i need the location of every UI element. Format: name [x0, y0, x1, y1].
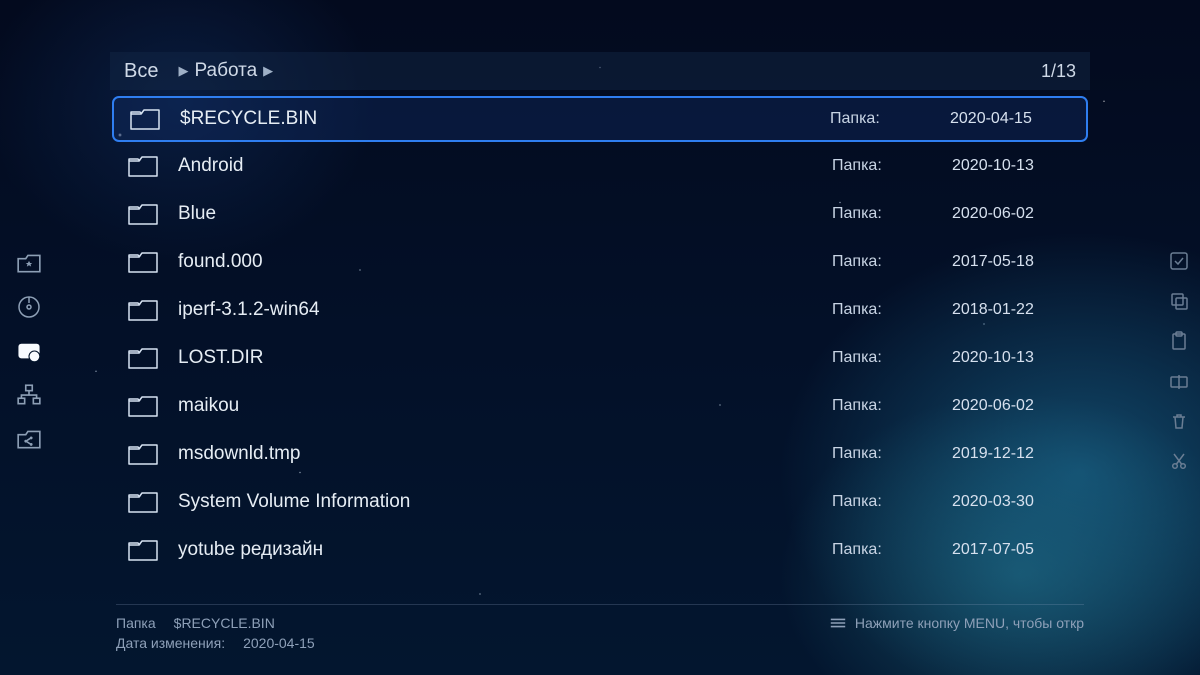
file-type: Папка:	[832, 493, 952, 511]
chevron-right-icon: ▶	[178, 63, 188, 79]
file-name: maikou	[178, 395, 832, 417]
folder-icon	[126, 345, 160, 371]
lan-icon[interactable]	[14, 382, 44, 408]
file-row[interactable]: LOST.DIRПапка:2020-10-13	[112, 334, 1088, 382]
file-type: Папка:	[832, 445, 952, 463]
file-name: Blue	[178, 203, 832, 225]
folder-icon	[128, 106, 162, 132]
file-row[interactable]: $RECYCLE.BINПапка:2020-04-15	[112, 96, 1088, 142]
copy-icon[interactable]	[1168, 290, 1190, 312]
delete-icon[interactable]	[1168, 410, 1190, 432]
menu-hint-text: Нажмите кнопку MENU, чтобы откр	[855, 615, 1084, 631]
file-date: 2020-04-15	[950, 110, 1070, 128]
paste-icon[interactable]	[1168, 330, 1190, 352]
file-name: LOST.DIR	[178, 347, 832, 369]
file-type: Папка:	[832, 349, 952, 367]
file-date: 2020-10-13	[952, 157, 1072, 175]
file-name: Android	[178, 155, 832, 177]
folder-icon	[126, 489, 160, 515]
favorites-icon[interactable]	[14, 250, 44, 276]
folder-icon	[126, 393, 160, 419]
chevron-right-icon: ▶	[263, 63, 273, 79]
folder-icon	[126, 441, 160, 467]
file-row[interactable]: iperf-3.1.2-win64Папка:2018-01-22	[112, 286, 1088, 334]
usb-icon[interactable]: 2	[14, 338, 44, 364]
footer-modified-value: 2020-04-15	[243, 635, 315, 651]
folder-icon	[126, 249, 160, 275]
disk-icon[interactable]	[14, 294, 44, 320]
file-name: msdownld.tmp	[178, 443, 832, 465]
menu-hint: Нажмите кнопку MENU, чтобы откр	[829, 615, 1084, 631]
rename-icon[interactable]	[1168, 370, 1190, 392]
folder-icon	[126, 201, 160, 227]
file-type: Папка:	[832, 541, 952, 559]
folder-icon	[126, 537, 160, 563]
file-type: Папка:	[832, 301, 952, 319]
file-name: System Volume Information	[178, 491, 832, 513]
sidebar-right	[1168, 250, 1190, 472]
file-date: 2018-01-22	[952, 301, 1072, 319]
file-row[interactable]: yotube редизайнПапка:2017-07-05	[112, 526, 1088, 574]
footer-modified-label: Дата изменения:	[116, 635, 225, 651]
cut-icon[interactable]	[1168, 450, 1190, 472]
file-type: Папка:	[832, 253, 952, 271]
file-row[interactable]: found.000Папка:2017-05-18	[112, 238, 1088, 286]
file-date: 2020-10-13	[952, 349, 1072, 367]
file-row[interactable]: maikouПапка:2020-06-02	[112, 382, 1088, 430]
folder-icon	[126, 297, 160, 323]
file-type: Папка:	[830, 110, 950, 128]
sidebar-left: 2	[14, 250, 44, 452]
file-row[interactable]: System Volume InformationПапка:2020-03-3…	[112, 478, 1088, 526]
page-counter: 1/13	[1041, 61, 1076, 82]
footer-type-label: Папка	[116, 615, 156, 631]
breadcrumb-root[interactable]: Все	[124, 60, 158, 83]
file-type: Папка:	[832, 397, 952, 415]
select-all-icon[interactable]	[1168, 250, 1190, 272]
file-row[interactable]: msdownld.tmpПапка:2019-12-12	[112, 430, 1088, 478]
status-bar: Папка $RECYCLE.BIN Дата изменения: 2020-…	[116, 604, 1084, 651]
file-row[interactable]: AndroidПапка:2020-10-13	[112, 142, 1088, 190]
breadcrumb-bar: Все ▶ Работа ▶ 1/13	[110, 52, 1090, 90]
file-date: 2020-06-02	[952, 397, 1072, 415]
svg-text:2: 2	[32, 353, 36, 362]
file-name: $RECYCLE.BIN	[180, 108, 830, 130]
footer-selected-name: $RECYCLE.BIN	[174, 615, 275, 631]
file-date: 2020-06-02	[952, 205, 1072, 223]
file-date: 2017-05-18	[952, 253, 1072, 271]
file-row[interactable]: BlueПапка:2020-06-02	[112, 190, 1088, 238]
file-date: 2020-03-30	[952, 493, 1072, 511]
file-name: yotube редизайн	[178, 539, 832, 561]
file-date: 2017-07-05	[952, 541, 1072, 559]
breadcrumb-folder[interactable]: Работа	[194, 60, 257, 82]
folder-icon	[126, 153, 160, 179]
file-name: found.000	[178, 251, 832, 273]
file-type: Папка:	[832, 205, 952, 223]
share-icon[interactable]	[14, 426, 44, 452]
menu-icon	[829, 616, 847, 630]
file-name: iperf-3.1.2-win64	[178, 299, 832, 321]
file-list: $RECYCLE.BINПапка:2020-04-15AndroidПапка…	[112, 96, 1088, 574]
file-type: Папка:	[832, 157, 952, 175]
file-date: 2019-12-12	[952, 445, 1072, 463]
